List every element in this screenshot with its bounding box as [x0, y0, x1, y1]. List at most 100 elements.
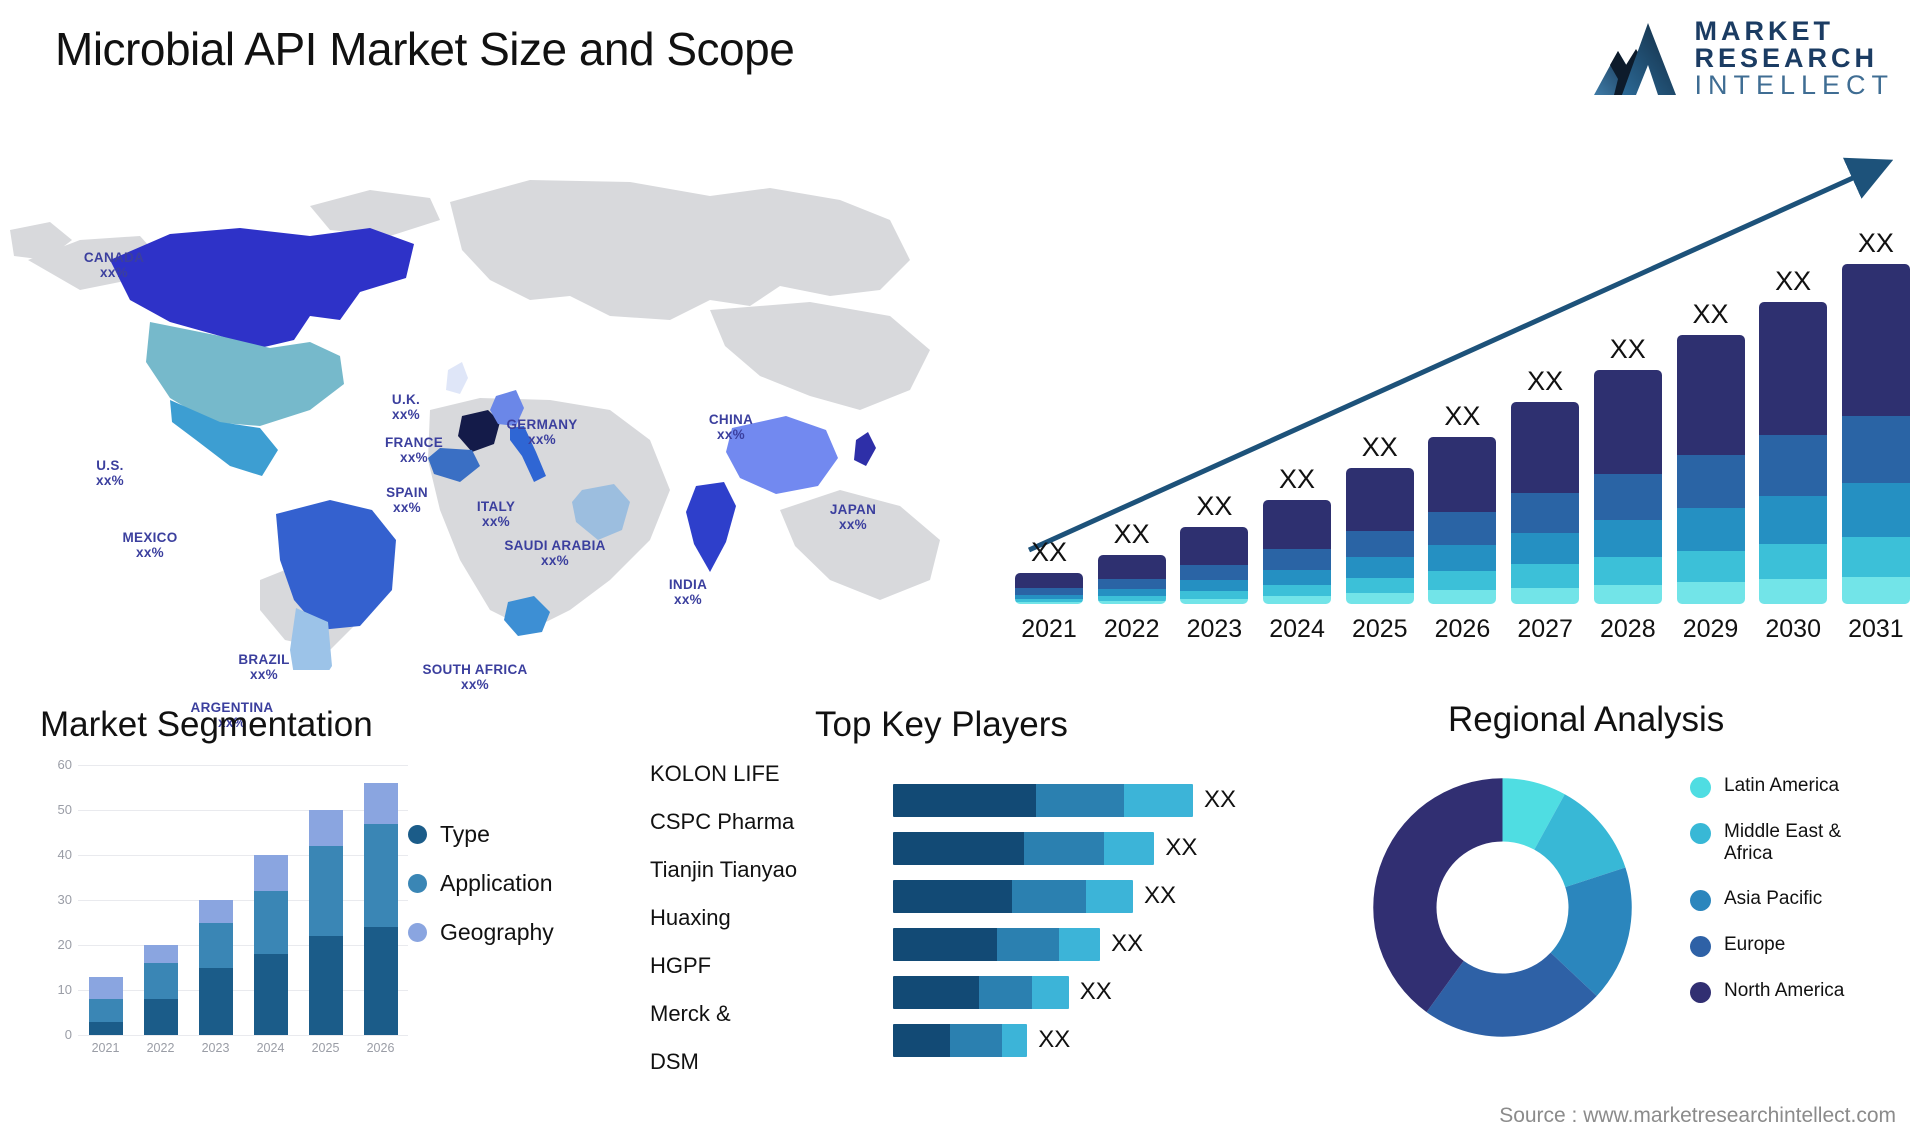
forecast-bar-segment [1428, 512, 1497, 546]
segmentation-legend-swatch [408, 923, 427, 942]
forecast-bar-value: XX [1361, 432, 1398, 463]
forecast-bar-column: XX [1097, 519, 1166, 604]
forecast-bar-stack [1841, 264, 1910, 604]
segmentation-legend-label: Type [440, 821, 490, 847]
regional-legend-item: Asia Pacific [1690, 888, 1884, 912]
regional-legend-label: Middle East & Africa [1724, 821, 1842, 865]
forecast-bar-segment [1759, 495, 1828, 544]
forecast-bar-segment [1593, 369, 1662, 474]
logo-line-3: INTELLECT [1694, 70, 1894, 100]
segmentation-bar-segment [308, 846, 343, 936]
forecast-bar-column: XX [1428, 401, 1497, 604]
forecast-bar-segment [1593, 584, 1662, 604]
top-key-players-title: Top Key Players [815, 705, 1068, 744]
regional-legend-label: North America [1724, 980, 1845, 1002]
map-label-value: xx% [136, 545, 164, 561]
forecast-bar-segment [1015, 588, 1083, 596]
forecast-bar-segment [1345, 593, 1414, 604]
segmentation-x-label: 2023 [201, 1041, 230, 1055]
segmentation-bar-segment [88, 999, 123, 1022]
forecast-bar-segment [1263, 569, 1332, 585]
forecast-year-label: 2024 [1269, 614, 1325, 643]
forecast-bar-segment [1841, 483, 1910, 537]
map-label-country: JAPAN [829, 502, 877, 517]
forecast-bar-segment [1428, 545, 1497, 572]
key-player-name: CSPC Pharma [650, 809, 795, 834]
segmentation-bar-column [88, 976, 123, 1035]
forecast-bar-segment [1263, 595, 1332, 604]
regional-legend-label: Latin America [1724, 775, 1840, 796]
map-label-value: xx% [250, 667, 278, 683]
forecast-bar-column: XX [1263, 464, 1332, 604]
key-player-name: Tianjin Tianyao [650, 857, 798, 882]
regional-legend: Latin America Middle East & Africa Asia Pa… [1690, 775, 1884, 1026]
forecast-bar-value: XX [1113, 519, 1150, 550]
map-label-country: U.S. [96, 458, 124, 473]
key-player-bar-segment [893, 783, 1036, 817]
key-player-bar-segment [893, 879, 1012, 913]
regional-legend-item: North America [1690, 980, 1884, 1004]
key-player-value: XX [1111, 930, 1144, 957]
top-key-players-chart: KOLON LIFE CSPC Pharma Tianjin Tianyao Huax… [640, 750, 1300, 1110]
segmentation-bar-column [308, 810, 343, 1035]
market-segmentation-chart: 0 10 20 30 40 50 60 2021 2022 2023 2024 2025 2026 [40, 755, 420, 1095]
forecast-bar-segment [1263, 584, 1332, 596]
segmentation-x-label: 2021 [91, 1041, 120, 1055]
segmentation-legend-swatch [408, 825, 427, 844]
forecast-bar-column: XX [1511, 366, 1580, 604]
map-label-country: MEXICO [122, 530, 178, 545]
segmentation-x-label: 2025 [311, 1041, 340, 1055]
forecast-bar-segment [1428, 436, 1497, 513]
country-india [686, 482, 736, 572]
map-label-value: xx% [400, 450, 428, 466]
map-label-country: SOUTH AFRICA [422, 662, 528, 677]
key-player-name: KOLON LIFE [650, 761, 780, 786]
map-label-country: SAUDI ARABIA [504, 538, 606, 553]
map-label-value: xx% [717, 427, 745, 443]
forecast-year-label: 2025 [1351, 614, 1408, 643]
forecast-bar-segment [1180, 526, 1249, 565]
segmentation-bar-segment [198, 922, 233, 968]
forecast-bar-column: XX [1676, 299, 1745, 604]
forecast-bar-segment [1841, 264, 1910, 417]
segmentation-legend-item: Application [408, 859, 554, 908]
forecast-bar-segment [1759, 579, 1828, 604]
segmentation-x-label: 2022 [146, 1041, 175, 1055]
map-label-france: FRANCE xx% [385, 435, 443, 465]
forecast-bars: XX XX XX XX XX XX XX XX XX XX XX [1015, 184, 1910, 604]
forecast-bar-segment [1676, 454, 1745, 509]
forecast-bar-segment [1676, 334, 1745, 455]
forecast-bar-segment [1511, 492, 1580, 533]
segmentation-y-tick: 20 [57, 937, 72, 952]
key-player-bar-segment [1085, 879, 1133, 913]
segmentation-bar-segment [253, 954, 288, 1035]
forecast-bar-value: XX [1196, 490, 1233, 521]
world-map: CANADA xx% U.S. xx% MEXICO xx% BRAZIL xx% ARGENT… [10, 110, 1010, 730]
key-player-bar-segment [893, 975, 979, 1009]
map-label-china: CHINA xx% [709, 412, 753, 442]
key-player-bar-segment [893, 927, 998, 961]
forecast-bar-segment [1759, 543, 1828, 580]
map-label-mexico: MEXICO xx% [122, 530, 177, 560]
key-player-row: XX [893, 872, 1293, 920]
key-player-bar [893, 831, 1155, 865]
forecast-bar-segment [1345, 468, 1414, 532]
forecast-bar-segment [1841, 576, 1910, 604]
regional-donut [1373, 778, 1632, 1037]
forecast-year-axis: 2021 2022 2023 2024 2025 2026 2027 2028 2029 2030… [1015, 608, 1910, 650]
segmentation-y-tick: 30 [57, 892, 72, 907]
map-label-value: xx% [528, 432, 556, 448]
country-uk [446, 362, 468, 394]
forecast-bar-column: XX [1593, 334, 1662, 604]
key-player-bar-list: XX XX XX XX XX XX [893, 776, 1293, 1064]
key-player-value: XX [1144, 882, 1177, 909]
segmentation-legend-label: Application [440, 870, 553, 896]
map-label-canada: CANADA xx% [84, 250, 144, 280]
key-player-bar-segment [1001, 1023, 1028, 1057]
map-label-country: INDIA [668, 577, 708, 592]
key-player-bar [893, 879, 1133, 913]
forecast-bar-segment [1345, 531, 1414, 558]
forecast-bar-column: XX [1841, 228, 1910, 604]
segmentation-gridline [78, 1035, 408, 1036]
key-player-name: Huaxing [650, 905, 731, 930]
